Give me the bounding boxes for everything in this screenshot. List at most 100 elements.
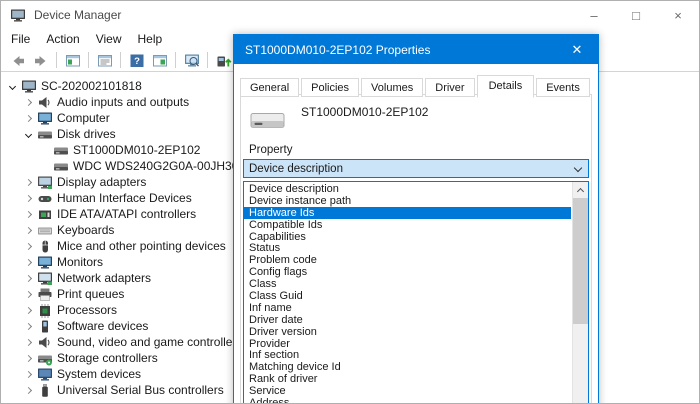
dropdown-option[interactable]: Address	[244, 397, 571, 404]
computer-icon	[20, 79, 38, 94]
dropdown-option[interactable]: Device instance path	[244, 195, 571, 207]
forward-icon[interactable]	[29, 50, 52, 71]
device-header: ST1000DM010-2EP102	[241, 99, 591, 139]
tree-item-label: Audio inputs and outputs	[57, 95, 189, 109]
chevron-collapsed-icon[interactable]	[21, 356, 36, 361]
property-label: Property	[249, 144, 292, 156]
chevron-collapsed-icon[interactable]	[21, 180, 36, 185]
chevron-collapsed-icon[interactable]	[21, 340, 36, 345]
chevron-collapsed-icon[interactable]	[21, 244, 36, 249]
dropdown-option[interactable]: Driver date	[244, 314, 571, 326]
dropdown-option[interactable]: Service	[244, 385, 571, 397]
chevron-collapsed-icon[interactable]	[21, 228, 36, 233]
tab-events[interactable]: Events	[536, 78, 590, 97]
chevron-glyph	[25, 242, 32, 249]
disk-icon	[52, 143, 70, 158]
menu-view[interactable]: View	[88, 30, 130, 48]
dropdown-option[interactable]: Rank of driver	[244, 373, 571, 385]
tab-policies[interactable]: Policies	[301, 78, 359, 97]
scan-hardware-changes-icon[interactable]	[180, 50, 203, 71]
chevron-collapsed-icon[interactable]	[21, 324, 36, 329]
tab-driver[interactable]: Driver	[425, 78, 474, 97]
tree-item-label: Network adapters	[57, 271, 151, 285]
disk-icon	[36, 127, 54, 142]
dropdown-option[interactable]: Class Guid	[244, 290, 571, 302]
menu-help[interactable]: Help	[130, 30, 171, 48]
monitor-icon	[36, 255, 54, 270]
toolbar-separator	[207, 52, 208, 68]
chevron-glyph	[25, 194, 32, 201]
minimize-button[interactable]: –	[573, 1, 615, 29]
scroll-up-button[interactable]	[573, 182, 588, 197]
menu-action[interactable]: Action	[38, 30, 87, 48]
action-pane-icon[interactable]	[148, 50, 171, 71]
chevron-collapsed-icon[interactable]	[21, 212, 36, 217]
dropdown-option[interactable]: Matching device Id	[244, 361, 571, 373]
chevron-collapsed-icon[interactable]	[21, 372, 36, 377]
tree-item-label: Keyboards	[57, 223, 114, 237]
dropdown-scrollbar[interactable]	[572, 182, 588, 404]
chevron-collapsed-icon[interactable]	[21, 276, 36, 281]
chevron-glyph	[25, 114, 32, 121]
dropdown-option[interactable]: Driver version	[244, 326, 571, 338]
scrollbar-thumb[interactable]	[573, 198, 589, 324]
tree-item-label: Disk drives	[57, 127, 116, 141]
chevron-expanded-icon[interactable]	[21, 132, 36, 137]
chevron-collapsed-icon[interactable]	[21, 388, 36, 393]
chevron-glyph	[25, 178, 32, 185]
disk-drive-icon	[250, 110, 286, 139]
chevron-glyph	[9, 82, 16, 89]
update-driver-icon[interactable]	[212, 50, 235, 71]
close-button[interactable]: ×	[657, 1, 699, 29]
details-tab-page: ST1000DM010-2EP102 Property Device descr…	[240, 94, 592, 404]
back-icon[interactable]	[6, 50, 29, 71]
chevron-collapsed-icon[interactable]	[21, 292, 36, 297]
network-adapter-icon	[36, 271, 54, 286]
chevron-glyph	[25, 258, 32, 265]
dropdown-option[interactable]: Status	[244, 242, 571, 254]
chevron-collapsed-icon[interactable]	[21, 196, 36, 201]
tree-item-label: Print queues	[57, 287, 124, 301]
dialog-close-icon[interactable]: ✕	[556, 35, 598, 64]
chevron-up-icon	[577, 187, 584, 194]
menu-file[interactable]: File	[3, 30, 38, 48]
dropdown-option[interactable]: Config flags	[244, 266, 571, 278]
dropdown-option[interactable]: Hardware Ids	[244, 207, 571, 219]
chevron-expanded-icon[interactable]	[5, 84, 20, 89]
dropdown-option[interactable]: Provider	[244, 338, 571, 350]
tab-details[interactable]: Details	[477, 75, 535, 98]
dropdown-option[interactable]: Compatible Ids	[244, 219, 571, 231]
tree-item-label: Computer	[57, 111, 110, 125]
dropdown-option[interactable]: Inf name	[244, 302, 571, 314]
tab-general[interactable]: General	[240, 78, 299, 97]
chevron-collapsed-icon[interactable]	[21, 308, 36, 313]
svg-text:?: ?	[134, 56, 140, 67]
properties-icon[interactable]	[93, 50, 116, 71]
maximize-button[interactable]: □	[615, 1, 657, 29]
property-dropdown-list: Device descriptionDevice instance pathHa…	[243, 181, 589, 404]
dropdown-option[interactable]: Capabilities	[244, 231, 571, 243]
tab-volumes[interactable]: Volumes	[361, 78, 423, 97]
show-console-tree-icon[interactable]	[61, 50, 84, 71]
tree-item-label: WDC WDS240G2G0A-00JH30	[73, 159, 238, 173]
chevron-collapsed-icon[interactable]	[21, 100, 36, 105]
audio-icon	[36, 335, 54, 350]
chevron-collapsed-icon[interactable]	[21, 260, 36, 265]
tree-item-label: Human Interface Devices	[57, 191, 192, 205]
property-combobox[interactable]: Device description	[243, 159, 589, 178]
dropdown-option[interactable]: Device description	[244, 183, 571, 195]
tree-item-label: Processors	[57, 303, 117, 317]
chevron-glyph	[25, 210, 32, 217]
toolbar-separator	[120, 52, 121, 68]
dropdown-option[interactable]: Problem code	[244, 254, 571, 266]
help-icon[interactable]: ?	[125, 50, 148, 71]
dropdown-option[interactable]: Inf section	[244, 349, 571, 361]
usb-icon	[36, 383, 54, 398]
chevron-collapsed-icon[interactable]	[21, 116, 36, 121]
tree-item-label: Universal Serial Bus controllers	[57, 383, 224, 397]
window-controls: – □ ×	[573, 1, 699, 29]
tree-item-label: ST1000DM010-2EP102	[73, 143, 200, 157]
chevron-glyph	[25, 226, 32, 233]
disk-icon	[52, 159, 70, 174]
dropdown-option[interactable]: Class	[244, 278, 571, 290]
